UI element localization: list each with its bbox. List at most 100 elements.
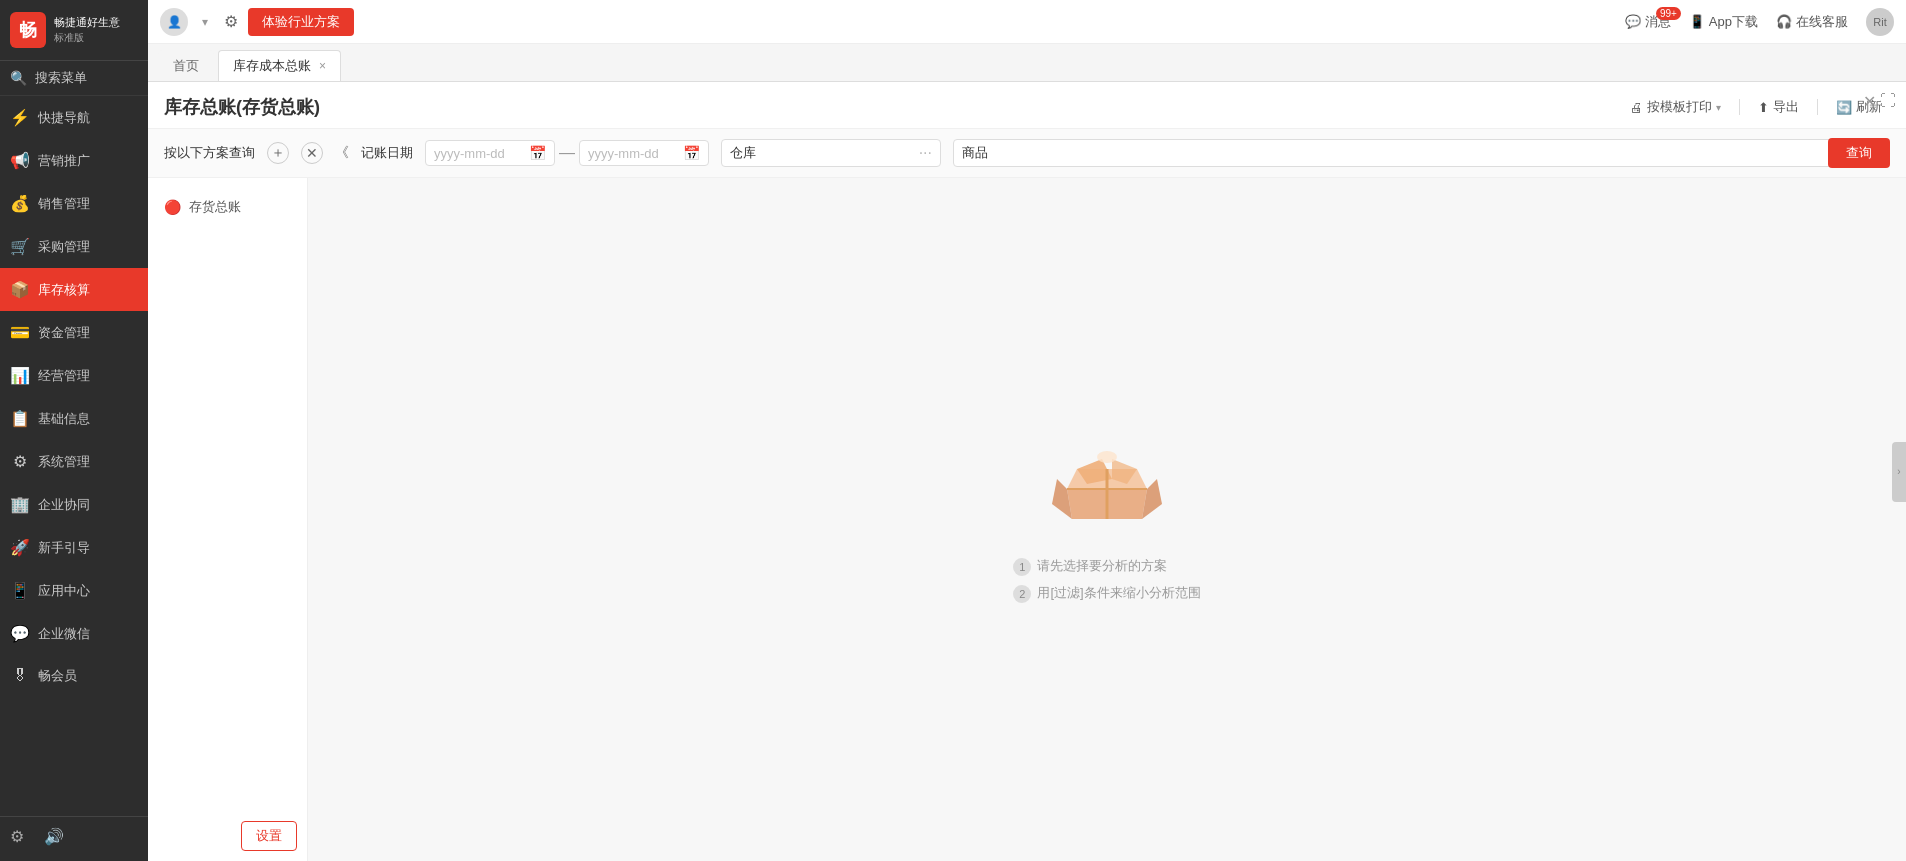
member-icon: 🎖 (10, 667, 30, 685)
date-label: 记账日期 (361, 144, 413, 162)
chevron-down-icon[interactable]: ▾ (202, 15, 208, 29)
filter-panel-item-label: 存货总账 (189, 198, 241, 216)
marketing-label: 营销推广 (38, 152, 90, 170)
page-header: 库存总账(存货总账) 🖨 按模板打印 ▾ ⬆ 导出 🔄 刷新 (148, 82, 1906, 129)
settings-icon[interactable]: ⚙ (10, 827, 34, 851)
message-item[interactable]: 💬 消息 99+ (1625, 13, 1671, 31)
lower-area: 🔴 存货总账 设置 (148, 178, 1906, 861)
date-separator: — (559, 144, 575, 162)
tab-home[interactable]: 首页 (158, 50, 214, 81)
empty-text-list: 1 请先选择要分析的方案 2 用[过滤]条件来缩小分析范围 (1013, 557, 1200, 611)
guide-icon: 🚀 (10, 538, 30, 557)
system-icon: ⚙ (10, 452, 30, 471)
header-settings-icon[interactable]: ⚙ (224, 12, 238, 31)
filter-collapse-icon[interactable]: 《 (335, 144, 349, 162)
date-end-placeholder: yyyy-mm-dd (588, 146, 659, 161)
sales-icon: 💰 (10, 194, 30, 213)
user-avatar-right: Rit (1866, 8, 1894, 36)
sidebar-search[interactable]: 🔍 搜索菜单 (0, 61, 148, 96)
corp-icon: 🏢 (10, 495, 30, 514)
operation-icon: 📊 (10, 366, 30, 385)
export-icon: ⬆ (1758, 100, 1769, 115)
settings-button[interactable]: 设置 (241, 821, 297, 851)
audio-icon[interactable]: 🔊 (44, 827, 68, 851)
inventory-icon: 📦 (10, 280, 30, 299)
warehouse-more-icon: ··· (919, 144, 932, 162)
sidebar: 畅 畅捷通好生意 标准版 🔍 搜索菜单 ⚡ 快捷导航 📢 营销推广 💰 销售管理… (0, 0, 148, 861)
wechat-label: 企业微信 (38, 625, 90, 643)
tab-label-home: 首页 (173, 57, 199, 75)
header-user-area: 👤 ▾ (160, 8, 208, 36)
sidebar-item-sales[interactable]: 💰 销售管理 (0, 182, 148, 225)
basic-icon: 📋 (10, 409, 30, 428)
warehouse-select[interactable]: 仓库 ··· (721, 139, 941, 167)
calendar-icon: 📅 (529, 145, 546, 161)
empty-tip-2-text: 用[过滤]条件来缩小分析范围 (1037, 584, 1200, 602)
date-end-input[interactable]: yyyy-mm-dd 📅 (579, 140, 709, 166)
sidebar-item-marketing[interactable]: 📢 营销推广 (0, 139, 148, 182)
member-label: 畅会员 (38, 667, 77, 685)
basic-label: 基础信息 (38, 410, 90, 428)
ledger-icon: 🔴 (164, 199, 181, 215)
sidebar-item-operation[interactable]: 📊 经营管理 (0, 354, 148, 397)
sidebar-item-guide[interactable]: 🚀 新手引导 (0, 526, 148, 569)
purchase-label: 采购管理 (38, 238, 90, 256)
main-content: 👤 ▾ ⚙ 体验行业方案 💬 消息 99+ 📱 App下载 🎧 在线客服 Rit (148, 0, 1906, 861)
empty-illustration (1047, 429, 1167, 533)
warehouse-label: 仓库 (730, 144, 756, 162)
date-start-input[interactable]: yyyy-mm-dd 📅 (425, 140, 555, 166)
corp-label: 企业协同 (38, 496, 90, 514)
print-label: 按模板打印 (1647, 98, 1712, 116)
query-button[interactable]: 查询 (1828, 138, 1890, 168)
sidebar-item-finance[interactable]: 💳 资金管理 (0, 311, 148, 354)
sidebar-item-quick-nav[interactable]: ⚡ 快捷导航 (0, 96, 148, 139)
sidebar-logo-sub: 标准版 (54, 31, 120, 45)
empty-tip-1-text: 请先选择要分析的方案 (1037, 557, 1167, 575)
filter-close-button[interactable]: ✕ (301, 142, 323, 164)
print-button[interactable]: 🖨 按模板打印 ▾ (1622, 94, 1729, 120)
goods-label: 商品 (962, 144, 988, 162)
finance-label: 资金管理 (38, 324, 90, 342)
finance-icon: 💳 (10, 323, 30, 342)
empty-tip-2: 2 用[过滤]条件来缩小分析范围 (1013, 584, 1200, 603)
chevron-right-icon: › (1897, 466, 1900, 477)
page-title: 库存总账(存货总账) (164, 95, 1622, 119)
empty-box-svg (1047, 429, 1167, 529)
sidebar-item-purchase[interactable]: 🛒 采购管理 (0, 225, 148, 268)
sidebar-item-member[interactable]: 🎖 畅会员 (0, 655, 148, 697)
close-panel-button[interactable]: ✕ (1863, 92, 1876, 111)
online-service-item[interactable]: 🎧 在线客服 (1776, 13, 1848, 31)
right-edge-tab[interactable]: › (1892, 442, 1906, 502)
tab-inventory-ledger[interactable]: 库存成本总账 × (218, 50, 341, 81)
sidebar-item-basic[interactable]: 📋 基础信息 (0, 397, 148, 440)
system-label: 系统管理 (38, 453, 90, 471)
resize-panel-button[interactable]: ⛶ (1880, 92, 1896, 110)
filter-panel-inventory-ledger[interactable]: 🔴 存货总账 (148, 188, 307, 226)
sidebar-nav: ⚡ 快捷导航 📢 营销推广 💰 销售管理 🛒 采购管理 📦 库存核算 💳 资金管… (0, 96, 148, 816)
filter-bar: 按以下方案查询 ＋ ✕ 《 记账日期 yyyy-mm-dd 📅 — yyyy-m… (148, 129, 1906, 178)
sidebar-item-wechat[interactable]: 💬 企业微信 (0, 612, 148, 655)
wechat-icon: 💬 (10, 624, 30, 643)
sidebar-item-corp[interactable]: 🏢 企业协同 (0, 483, 148, 526)
divider (1817, 99, 1818, 115)
trial-button[interactable]: 体验行业方案 (248, 8, 354, 36)
inventory-label: 库存核算 (38, 281, 90, 299)
divider (1739, 99, 1740, 115)
avatar: 👤 (160, 8, 188, 36)
message-icon: 💬 (1625, 14, 1641, 29)
goods-select[interactable]: 商品 ··· (953, 139, 1890, 167)
tab-label-inventory-ledger: 库存成本总账 (233, 57, 311, 75)
sidebar-item-system[interactable]: ⚙ 系统管理 (0, 440, 148, 483)
tab-close-inventory-ledger[interactable]: × (319, 59, 326, 73)
sidebar-item-apps[interactable]: 📱 应用中心 (0, 569, 148, 612)
sidebar-item-inventory[interactable]: 📦 库存核算 (0, 268, 148, 311)
export-button[interactable]: ⬆ 导出 (1750, 94, 1807, 120)
sales-label: 销售管理 (38, 195, 90, 213)
chevron-down-icon: ▾ (1716, 102, 1721, 113)
step-1-icon: 1 (1013, 558, 1031, 576)
app-download-item[interactable]: 📱 App下载 (1689, 13, 1758, 31)
sidebar-logo-name: 畅捷通好生意 (54, 15, 120, 30)
date-start-placeholder: yyyy-mm-dd (434, 146, 505, 161)
filter-label: 按以下方案查询 (164, 144, 255, 162)
filter-add-button[interactable]: ＋ (267, 142, 289, 164)
